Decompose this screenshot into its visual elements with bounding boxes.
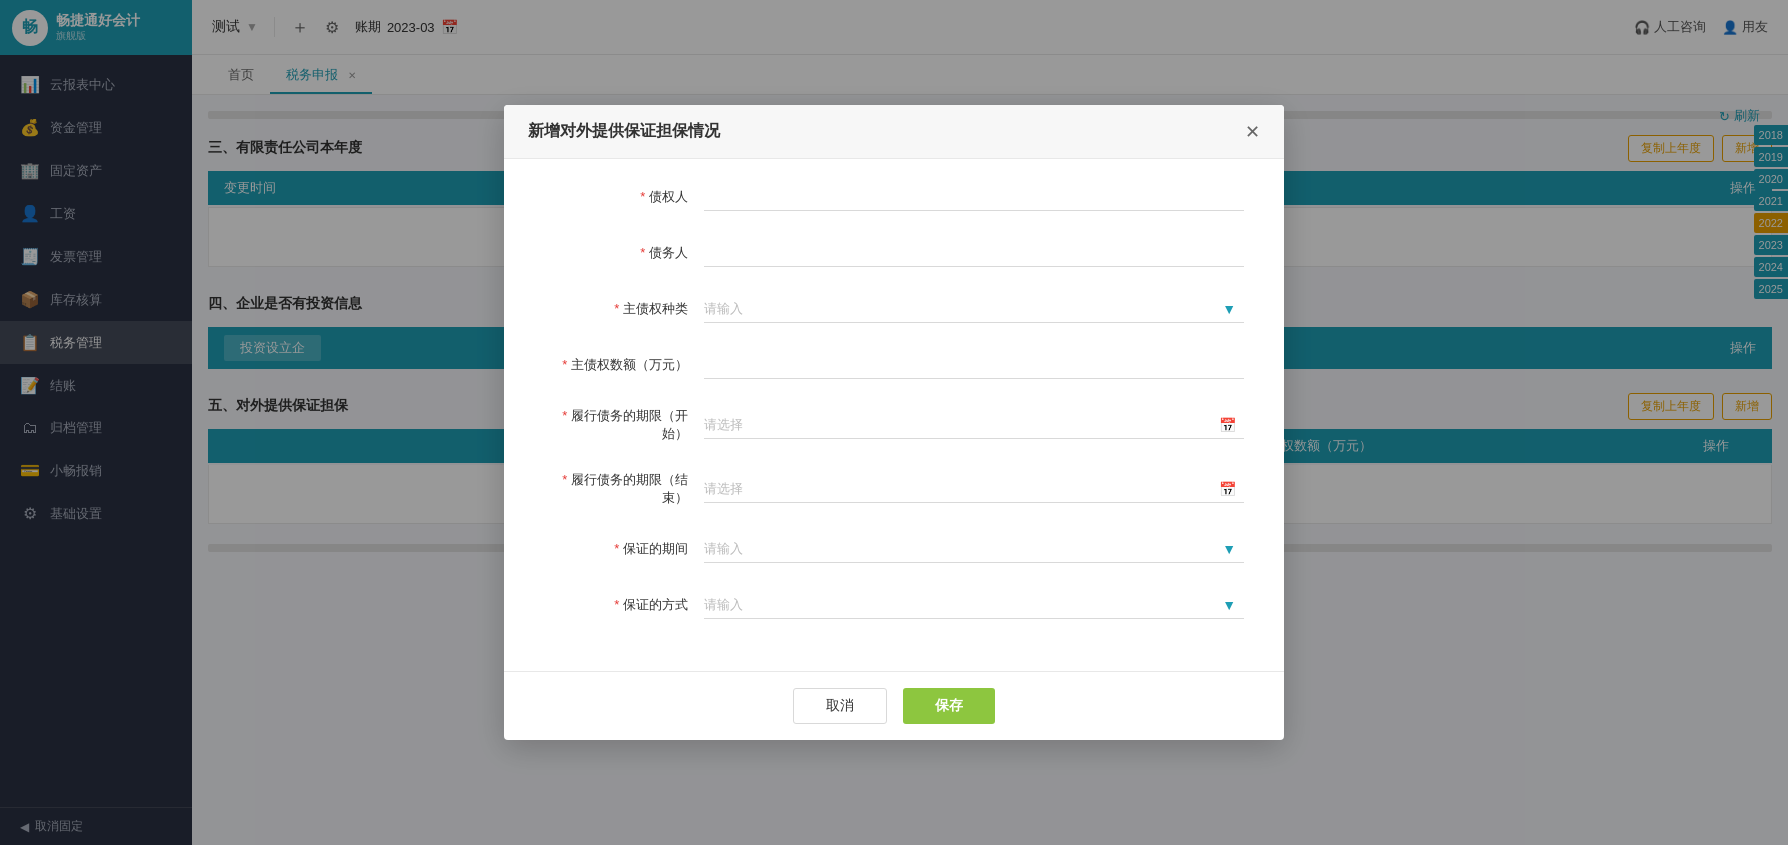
modal-header: 新增对外提供保证担保情况 ✕ <box>504 105 1284 159</box>
field-debt-type: ▼ <box>704 295 1244 323</box>
label-debt-amount: * 主债权数额（万元） <box>544 356 704 374</box>
required-star-debt-amount: * <box>562 357 567 372</box>
form-row-guarantee-period: * 保证的期间 ▼ <box>544 535 1244 563</box>
input-debt-type[interactable] <box>704 295 1244 323</box>
label-period-start: * 履行债务的期限（开始） <box>544 407 704 443</box>
input-guarantee-method[interactable] <box>704 591 1244 619</box>
modal-dialog: 新增对外提供保证担保情况 ✕ * 债权人 * 债务人 <box>504 105 1284 740</box>
modal-footer: 取消 保存 <box>504 671 1284 740</box>
field-period-end: 📅 <box>704 475 1244 503</box>
field-guarantee-period: ▼ <box>704 535 1244 563</box>
form-row-creditor: * 债权人 <box>544 183 1244 211</box>
input-period-end[interactable] <box>704 475 1244 503</box>
input-guarantee-period[interactable] <box>704 535 1244 563</box>
input-period-start[interactable] <box>704 411 1244 439</box>
modal-close-button[interactable]: ✕ <box>1245 123 1260 141</box>
label-creditor: * 债权人 <box>544 188 704 206</box>
form-row-guarantee-method: * 保证的方式 ▼ <box>544 591 1244 619</box>
input-debtor[interactable] <box>704 239 1244 267</box>
modal-overlay: 新增对外提供保证担保情况 ✕ * 债权人 * 债务人 <box>0 0 1788 845</box>
field-period-start: 📅 <box>704 411 1244 439</box>
modal-title: 新增对外提供保证担保情况 <box>528 121 720 142</box>
input-creditor[interactable] <box>704 183 1244 211</box>
form-row-period-start: * 履行债务的期限（开始） 📅 <box>544 407 1244 443</box>
field-guarantee-method: ▼ <box>704 591 1244 619</box>
required-star-creditor: * <box>640 189 645 204</box>
required-star-period-start: * <box>562 408 567 423</box>
label-guarantee-method: * 保证的方式 <box>544 596 704 614</box>
required-star-guarantee-period: * <box>614 541 619 556</box>
label-debt-type: * 主债权种类 <box>544 300 704 318</box>
form-row-debtor: * 债务人 <box>544 239 1244 267</box>
required-star-debtor: * <box>640 245 645 260</box>
field-debt-amount <box>704 351 1244 379</box>
label-guarantee-period: * 保证的期间 <box>544 540 704 558</box>
field-creditor <box>704 183 1244 211</box>
label-period-end: * 履行债务的期限（结束） <box>544 471 704 507</box>
form-row-period-end: * 履行债务的期限（结束） 📅 <box>544 471 1244 507</box>
label-debtor: * 债务人 <box>544 244 704 262</box>
form-row-debt-type: * 主债权种类 ▼ <box>544 295 1244 323</box>
modal-body: * 债权人 * 债务人 * <box>504 159 1284 671</box>
required-star-debt-type: * <box>614 301 619 316</box>
field-debtor <box>704 239 1244 267</box>
input-debt-amount[interactable] <box>704 351 1244 379</box>
required-star-guarantee-method: * <box>614 597 619 612</box>
form-row-debt-amount: * 主债权数额（万元） <box>544 351 1244 379</box>
required-star-period-end: * <box>562 472 567 487</box>
save-button[interactable]: 保存 <box>903 688 995 724</box>
cancel-button[interactable]: 取消 <box>793 688 887 724</box>
